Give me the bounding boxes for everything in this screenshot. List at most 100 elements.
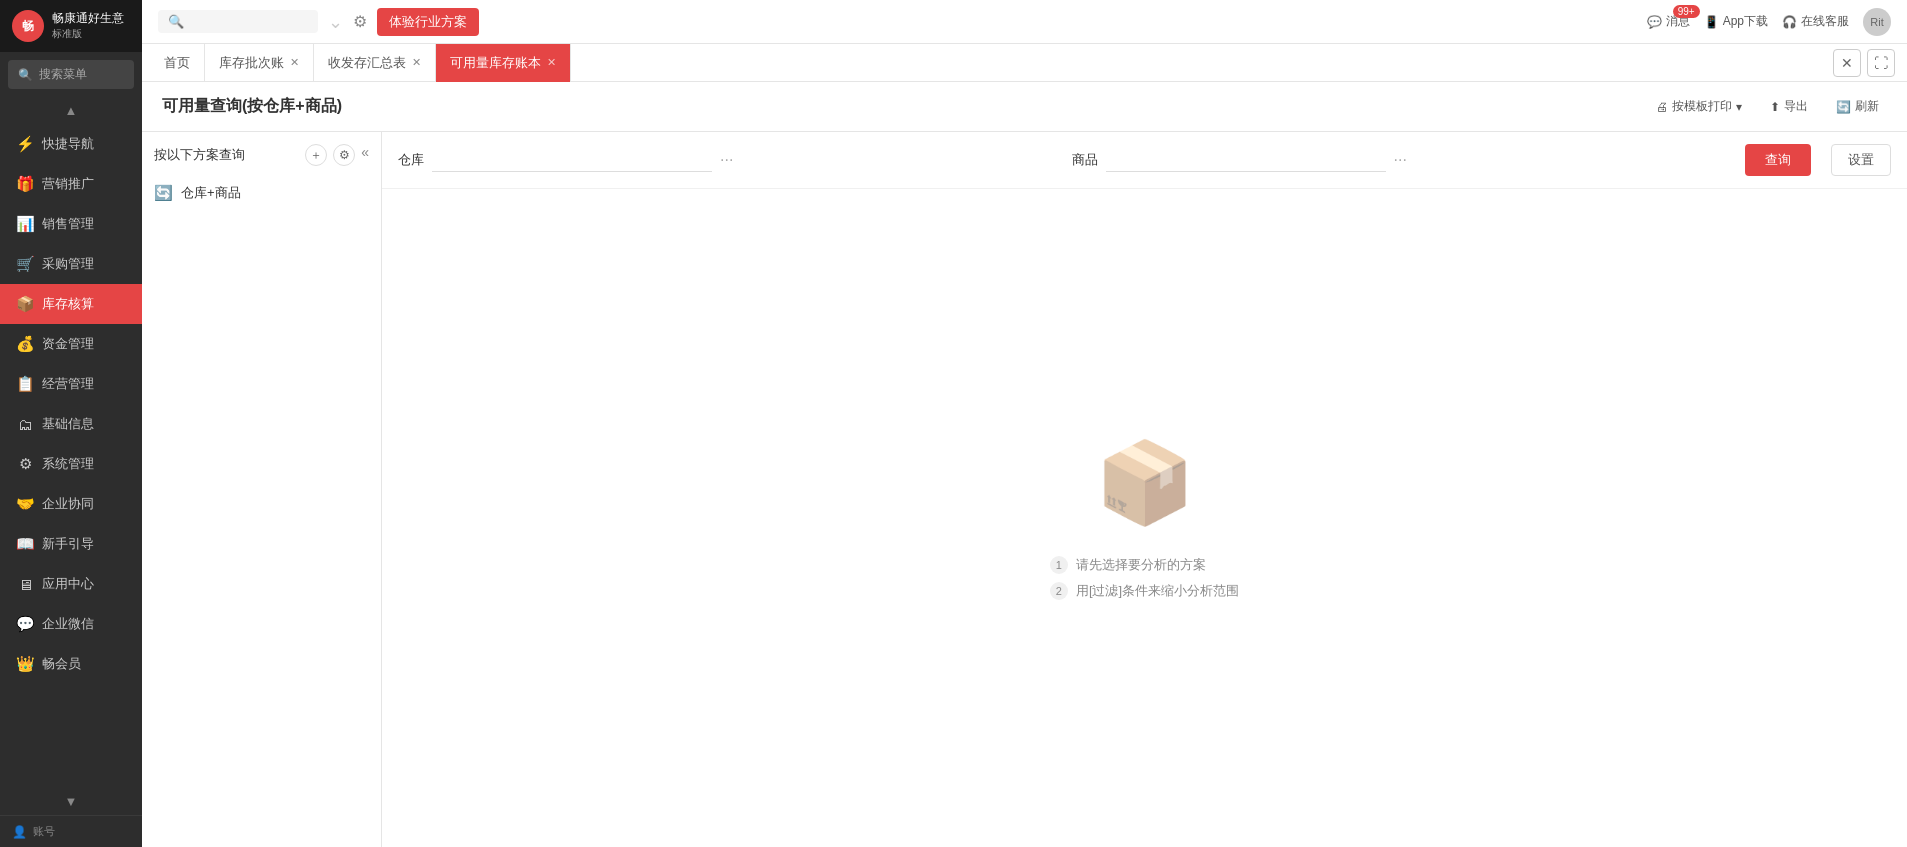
topbar-search-box[interactable]: 🔍 <box>158 10 318 33</box>
query-button[interactable]: 查询 <box>1745 144 1811 176</box>
headset-icon: 🎧 <box>1782 15 1797 29</box>
sidebar-scroll-down[interactable]: ▼ <box>0 788 142 815</box>
warehouse-more-icon[interactable]: ··· <box>720 151 733 169</box>
filter-item-label: 仓库+商品 <box>181 184 241 202</box>
product-field: 商品 ··· <box>1072 148 1726 172</box>
empty-tips: 1 请先选择要分析的方案 2 用[过滤]条件来缩小分析范围 <box>1050 556 1239 600</box>
filter-collapse-button[interactable]: « <box>361 144 369 166</box>
enterprise-icon: 🤝 <box>16 495 34 513</box>
page-title: 可用量查询(按仓库+商品) <box>162 96 342 117</box>
tab-available-close[interactable]: ✕ <box>547 56 556 69</box>
topbar-gear-icon[interactable]: ⚙ <box>353 12 367 31</box>
empty-tip-1: 1 请先选择要分析的方案 <box>1050 556 1239 574</box>
refresh-label: 刷新 <box>1855 98 1879 115</box>
sidebar-scroll-up[interactable]: ▲ <box>0 97 142 124</box>
tip-num-1: 1 <box>1050 556 1068 574</box>
marketing-icon: 🎁 <box>16 175 34 193</box>
tabs-end: ✕ ⛶ <box>1833 49 1899 77</box>
apps-icon: 🖥 <box>16 576 34 593</box>
tab-batch-close[interactable]: ✕ <box>290 56 299 69</box>
sidebar-item-label: 系统管理 <box>42 455 94 473</box>
sidebar-item-sales[interactable]: 📊 销售管理 <box>0 204 142 244</box>
sidebar-item-apps[interactable]: 🖥 应用中心 <box>0 564 142 604</box>
export-button[interactable]: ⬆ 导出 <box>1762 94 1816 119</box>
print-template-button[interactable]: 🖨 按模板打印 ▾ <box>1648 94 1750 119</box>
phone-icon: 📱 <box>1704 15 1719 29</box>
basics-icon: 🗂 <box>16 416 34 433</box>
empty-illustration: 📦 <box>1095 436 1195 536</box>
sidebar-header: 畅 畅康通好生意 标准版 <box>0 0 142 52</box>
search-icon: 🔍 <box>18 68 33 82</box>
topbar-message[interactable]: 💬 消息 99+ <box>1647 13 1690 30</box>
filter-add-button[interactable]: ＋ <box>305 144 327 166</box>
sidebar-item-operations[interactable]: 📋 经营管理 <box>0 364 142 404</box>
tab-available[interactable]: 可用量库存账本 ✕ <box>436 44 571 82</box>
refresh-icon: 🔄 <box>1836 100 1851 114</box>
sidebar-item-label: 企业微信 <box>42 615 94 633</box>
filter-item-icon: 🔄 <box>154 184 173 202</box>
sidebar-item-purchase[interactable]: 🛒 采购管理 <box>0 244 142 284</box>
avatar-text: Rit <box>1870 16 1883 28</box>
member-icon: 👑 <box>16 655 34 673</box>
warehouse-input[interactable] <box>432 148 712 172</box>
topbar-dropdown-icon[interactable]: ⌄ <box>328 11 343 33</box>
filter-settings-button[interactable]: ⚙ <box>333 144 355 166</box>
sidebar-item-marketing[interactable]: 🎁 营销推广 <box>0 164 142 204</box>
product-input[interactable] <box>1106 148 1386 172</box>
topbar-right: 💬 消息 99+ 📱 App下载 🎧 在线客服 Rit <box>1647 8 1891 36</box>
sidebar-item-label: 企业协同 <box>42 495 94 513</box>
tab-close-all-button[interactable]: ✕ <box>1833 49 1861 77</box>
message-badge: 99+ <box>1673 5 1700 18</box>
tab-summary[interactable]: 收发存汇总表 ✕ <box>314 44 436 82</box>
sales-icon: 📊 <box>16 215 34 233</box>
sidebar-item-label: 新手引导 <box>42 535 94 553</box>
empty-state: 📦 1 请先选择要分析的方案 2 用[过滤]条件来缩小分析范围 <box>382 189 1907 847</box>
export-icon: ⬆ <box>1770 100 1780 114</box>
query-row: 仓库 ··· 商品 ··· 查询 设置 <box>382 132 1907 189</box>
sidebar-item-newbie[interactable]: 📖 新手引导 <box>0 524 142 564</box>
tab-home-label: 首页 <box>164 54 190 72</box>
tip-text-1: 请先选择要分析的方案 <box>1076 556 1206 574</box>
topbar-app-download[interactable]: 📱 App下载 <box>1704 13 1768 30</box>
tab-summary-close[interactable]: ✕ <box>412 56 421 69</box>
query-settings-button[interactable]: 设置 <box>1831 144 1891 176</box>
industry-solution-button[interactable]: 体验行业方案 <box>377 8 479 36</box>
tab-home[interactable]: 首页 <box>150 44 205 82</box>
warehouse-label: 仓库 <box>398 151 424 169</box>
sidebar-item-inventory[interactable]: 📦 库存核算 <box>0 284 142 324</box>
sidebar-item-finance[interactable]: 💰 资金管理 <box>0 324 142 364</box>
system-icon: ⚙ <box>16 455 34 473</box>
sidebar-item-label: 快捷导航 <box>42 135 94 153</box>
page-actions: 🖨 按模板打印 ▾ ⬆ 导出 🔄 刷新 <box>1648 94 1887 119</box>
sidebar-item-shortcut[interactable]: ⚡ 快捷导航 <box>0 124 142 164</box>
user-icon: 👤 <box>12 825 27 839</box>
filter-item-warehouse-product[interactable]: 🔄 仓库+商品 <box>142 176 381 210</box>
finance-icon: 💰 <box>16 335 34 353</box>
refresh-button[interactable]: 🔄 刷新 <box>1828 94 1887 119</box>
tab-expand-button[interactable]: ⛶ <box>1867 49 1895 77</box>
topbar-online-service[interactable]: 🎧 在线客服 <box>1782 13 1849 30</box>
inventory-icon: 📦 <box>16 295 34 313</box>
sidebar-footer-label: 账号 <box>33 824 55 839</box>
print-label: 按模板打印 <box>1672 98 1732 115</box>
sidebar-item-wechat[interactable]: 💬 企业微信 <box>0 604 142 644</box>
shortcut-icon: ⚡ <box>16 135 34 153</box>
tab-batch[interactable]: 库存批次账 ✕ <box>205 44 314 82</box>
topbar-search-input[interactable] <box>190 15 290 29</box>
sidebar-item-label: 采购管理 <box>42 255 94 273</box>
product-more-icon[interactable]: ··· <box>1394 151 1407 169</box>
sidebar-item-system[interactable]: ⚙ 系统管理 <box>0 444 142 484</box>
topbar-search-icon: 🔍 <box>168 14 184 29</box>
sidebar-logo: 畅 <box>12 10 44 42</box>
sidebar-item-basics[interactable]: 🗂 基础信息 <box>0 404 142 444</box>
sidebar-item-member[interactable]: 👑 畅会员 <box>0 644 142 684</box>
message-icon: 💬 <box>1647 15 1662 29</box>
user-avatar[interactable]: Rit <box>1863 8 1891 36</box>
sidebar-item-label: 应用中心 <box>42 575 94 593</box>
sidebar-search[interactable]: 🔍 搜索菜单 <box>8 60 134 89</box>
sidebar-footer[interactable]: 👤 账号 <box>0 815 142 847</box>
tab-available-label: 可用量库存账本 <box>450 54 541 72</box>
filter-actions: ＋ ⚙ « <box>305 144 369 166</box>
filter-title: 按以下方案查询 <box>154 146 245 164</box>
sidebar-item-enterprise[interactable]: 🤝 企业协同 <box>0 484 142 524</box>
